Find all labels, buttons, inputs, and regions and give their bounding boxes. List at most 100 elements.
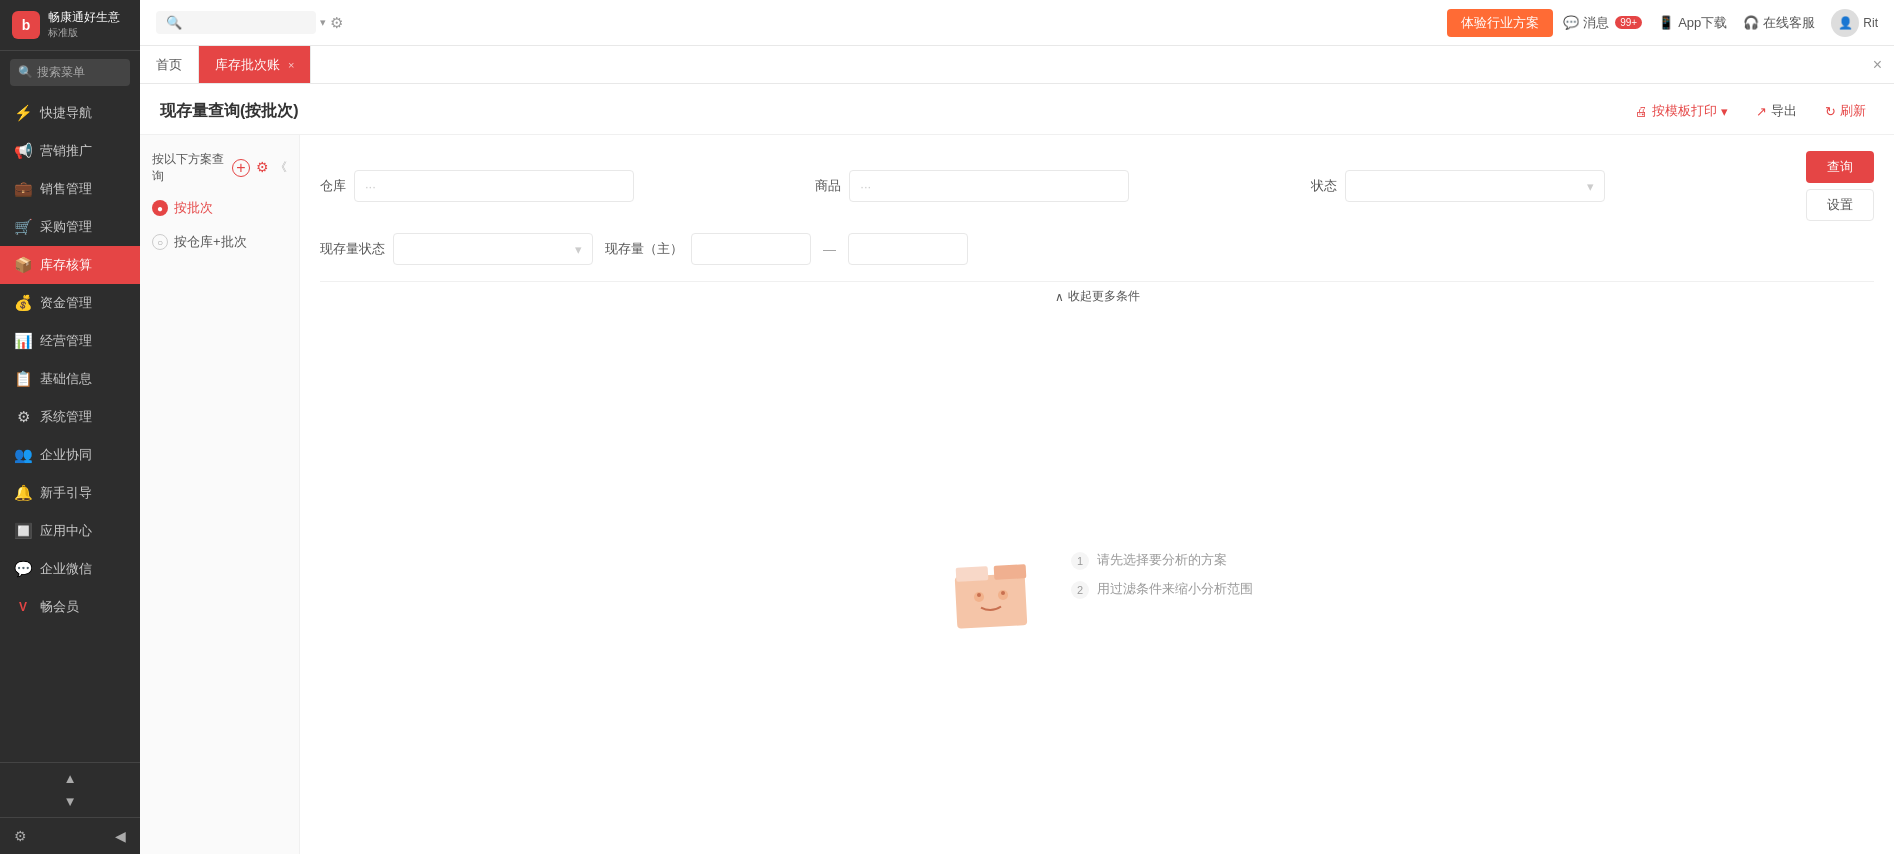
inventory-status-input[interactable]: ▾ — [393, 233, 593, 265]
query-button[interactable]: 查询 — [1806, 151, 1874, 183]
empty-illustration — [941, 525, 1041, 625]
sidebar-item-member[interactable]: V 畅会员 — [0, 588, 140, 626]
status-input[interactable]: ▾ — [1345, 170, 1605, 202]
sidebar-item-enterprise[interactable]: 👥 企业协同 — [0, 436, 140, 474]
sidebar-item-quick-nav[interactable]: ⚡ 快捷导航 — [0, 94, 140, 132]
page-title: 现存量查询(按批次) — [160, 101, 299, 122]
filter-dot-gray: ○ — [152, 234, 168, 250]
add-filter-icon[interactable]: + — [232, 159, 250, 177]
collapse-more-btn[interactable]: ∧ 收起更多条件 — [320, 281, 1874, 311]
template-print-btn[interactable]: 🖨 按模板打印 ▾ — [1627, 98, 1736, 124]
finance-icon: 💰 — [14, 294, 32, 312]
filter-item-by-batch[interactable]: ● 按批次 — [140, 191, 299, 225]
online-service-item[interactable]: 🎧 在线客服 — [1743, 14, 1815, 32]
scroll-down-button[interactable]: ▼ — [59, 790, 80, 813]
filter-item-label: 按仓库+批次 — [174, 233, 247, 251]
topbar-search-input[interactable] — [186, 16, 306, 30]
filter-active-icon: ● — [157, 203, 163, 214]
sidebar-item-marketing[interactable]: 📢 营销推广 — [0, 132, 140, 170]
sidebar-item-basic-info[interactable]: 📋 基础信息 — [0, 360, 140, 398]
filter-dot-active: ● — [152, 200, 168, 216]
settings-button[interactable]: 设置 — [1806, 189, 1874, 221]
wechat-icon: 💬 — [14, 560, 32, 578]
user-item[interactable]: 👤 Rit — [1831, 9, 1878, 37]
sidebar-search-bar[interactable]: 🔍 搜索菜单 — [10, 59, 130, 86]
collapse-sidebar-icon[interactable]: ◀ — [115, 828, 126, 844]
query-row-2: 现存量状态 ▾ 现存量（主） — — [320, 233, 1874, 265]
scroll-up-button[interactable]: ▲ — [59, 767, 80, 790]
export-icon: ↗ — [1756, 104, 1767, 119]
sidebar-item-operations[interactable]: 📊 经营管理 — [0, 322, 140, 360]
warehouse-field-group: 仓库 ··· — [320, 170, 803, 202]
app-center-icon: 🔲 — [14, 522, 32, 540]
sidebar-item-label: 营销推广 — [40, 142, 92, 160]
marketing-icon: 📢 — [14, 142, 32, 160]
sidebar-item-label: 资金管理 — [40, 294, 92, 312]
filter-item-label: 按批次 — [174, 199, 213, 217]
hint-text-1: 请先选择要分析的方案 — [1097, 551, 1227, 569]
system-icon: ⚙ — [14, 408, 32, 426]
sidebar-item-label: 企业协同 — [40, 446, 92, 464]
sidebar-item-finance[interactable]: 💰 资金管理 — [0, 284, 140, 322]
empty-hint-1: 1 请先选择要分析的方案 — [1071, 551, 1253, 570]
app-download-item[interactable]: 📱 App下载 — [1658, 14, 1727, 32]
sidebar-item-guide[interactable]: 🔔 新手引导 — [0, 474, 140, 512]
sidebar-scroll-controls: ▲ ▼ — [0, 762, 140, 817]
query-area: 仓库 ··· 商品 ··· 状态 — [300, 135, 1894, 854]
sidebar-item-inventory[interactable]: 📦 库存核算 — [0, 246, 140, 284]
sidebar-item-app-center[interactable]: 🔲 应用中心 — [0, 512, 140, 550]
product-input[interactable]: ··· — [849, 170, 1129, 202]
warehouse-input[interactable]: ··· — [354, 170, 634, 202]
collapse-filter-icon[interactable]: 《 — [275, 159, 287, 177]
sidebar-item-label: 库存核算 — [40, 256, 92, 274]
tab-inventory-batch[interactable]: 库存批次账 × — [199, 46, 311, 83]
filter-panel-title: 按以下方案查询 — [152, 151, 232, 185]
phone-icon: 📱 — [1658, 15, 1674, 30]
refresh-btn[interactable]: ↻ 刷新 — [1817, 98, 1874, 124]
main-area: 🔍 ▾ ⚙ 体验行业方案 💬 消息 99+ 📱 App下载 🎧 在线客服 — [140, 0, 1894, 854]
hint-num-1: 1 — [1071, 552, 1089, 570]
topbar-search-box[interactable]: 🔍 — [156, 11, 316, 34]
sidebar-item-system[interactable]: ⚙ 系统管理 — [0, 398, 140, 436]
inventory-qty-field-group: 现存量（主） — — [605, 233, 968, 265]
qty-separator: — — [823, 242, 836, 257]
sidebar-item-purchase[interactable]: 🛒 采购管理 — [0, 208, 140, 246]
filter-settings-icon[interactable]: ⚙ — [256, 159, 269, 177]
filter-panel-icons: + ⚙ 《 — [232, 159, 287, 177]
svg-point-5 — [977, 593, 981, 597]
export-btn[interactable]: ↗ 导出 — [1748, 98, 1805, 124]
member-icon: V — [14, 600, 32, 614]
status-field-group: 状态 ▾ — [1311, 170, 1794, 202]
trial-btn[interactable]: 体验行业方案 — [1447, 9, 1553, 37]
query-row-1: 仓库 ··· 商品 ··· 状态 — [320, 151, 1874, 221]
sidebar-item-label: 经营管理 — [40, 332, 92, 350]
sidebar-item-wechat[interactable]: 💬 企业微信 — [0, 550, 140, 588]
tab-home[interactable]: 首页 — [140, 46, 199, 83]
sidebar-search-label: 搜索菜单 — [37, 64, 85, 81]
collapse-label: 收起更多条件 — [1068, 288, 1140, 305]
svg-rect-2 — [994, 564, 1027, 580]
topbar-chevron-icon[interactable]: ▾ — [320, 16, 326, 29]
inventory-qty-max-input[interactable] — [848, 233, 968, 265]
topbar-gear-icon[interactable]: ⚙ — [330, 14, 343, 32]
tabs-close-right[interactable]: × — [1861, 46, 1894, 83]
topbar-right: 💬 消息 99+ 📱 App下载 🎧 在线客服 👤 Rit — [1563, 9, 1878, 37]
page-header: 现存量查询(按批次) 🖨 按模板打印 ▾ ↗ 导出 ↻ 刷新 — [140, 84, 1894, 135]
app-name: 畅康通好生意 — [48, 10, 120, 26]
messages-item[interactable]: 💬 消息 99+ — [1563, 14, 1642, 32]
sidebar-item-sales[interactable]: 💼 销售管理 — [0, 170, 140, 208]
filter-gray-icon: ○ — [157, 237, 163, 248]
filter-item-by-warehouse-batch[interactable]: ○ 按仓库+批次 — [140, 225, 299, 259]
sidebar-item-label: 基础信息 — [40, 370, 92, 388]
inventory-qty-min-input[interactable] — [691, 233, 811, 265]
content-body: 按以下方案查询 + ⚙ 《 ● 按批次 ○ — [140, 135, 1894, 854]
status-chevron-icon: ▾ — [1587, 179, 1594, 194]
sidebar-item-label: 企业微信 — [40, 560, 92, 578]
print-chevron-icon: ▾ — [1721, 104, 1728, 119]
app-version: 标准版 — [48, 26, 120, 40]
svg-point-6 — [1001, 591, 1005, 595]
quick-nav-icon: ⚡ — [14, 104, 32, 122]
settings-icon[interactable]: ⚙ — [14, 828, 27, 844]
tab-close-icon[interactable]: × — [288, 59, 294, 71]
sidebar-item-label: 销售管理 — [40, 180, 92, 198]
